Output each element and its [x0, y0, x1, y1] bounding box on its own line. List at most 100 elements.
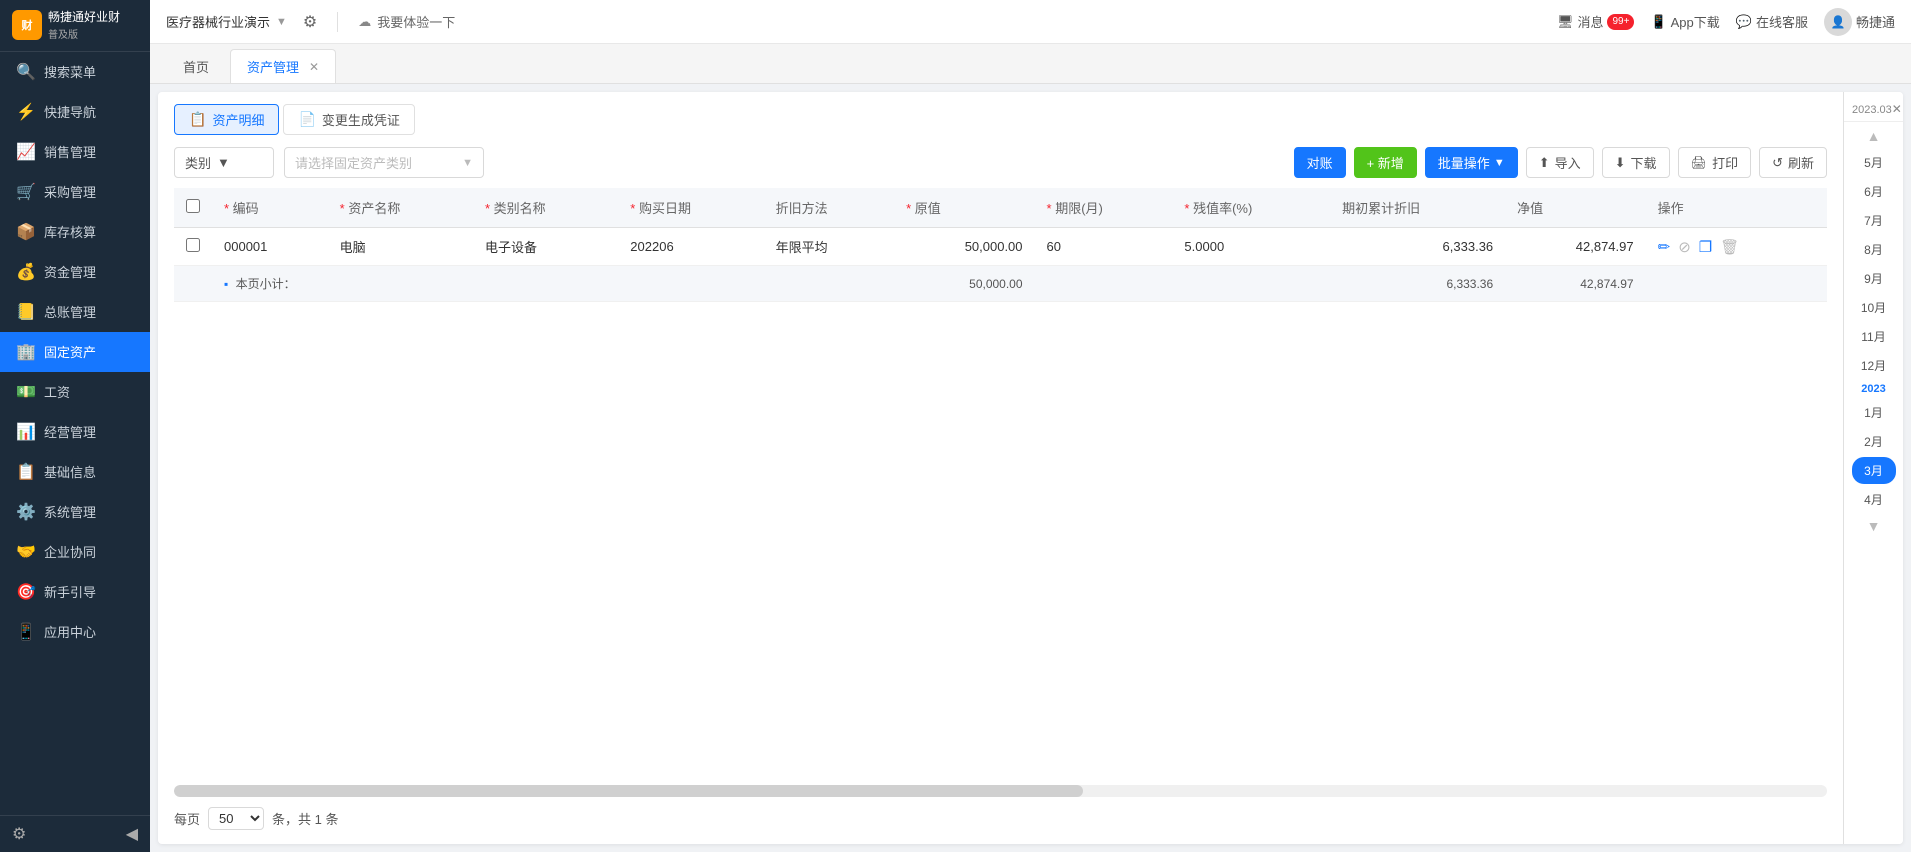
select-all-checkbox[interactable] — [186, 199, 200, 213]
tab-asset-management[interactable]: 资产管理 ✕ — [230, 49, 336, 83]
refresh-button[interactable]: ↺ 刷新 — [1759, 147, 1827, 178]
header-depreciation-method: 折旧方法 — [764, 188, 894, 228]
row-residual-rate: 5.0000 — [1172, 228, 1330, 266]
subtab-asset-detail[interactable]: 📋 资产明细 — [174, 104, 279, 135]
duplicate-icon[interactable]: ❐ — [1699, 238, 1712, 256]
user-menu[interactable]: 👤 畅捷通 — [1824, 8, 1895, 36]
subtotal-net-value: 42,874.97 — [1505, 266, 1645, 302]
collapse-icon[interactable]: ◀ — [126, 824, 138, 844]
rs-month-9[interactable]: 9月 — [1852, 265, 1896, 292]
topbar-separator — [337, 12, 338, 32]
action-icons: ✏ ⊘ ❐ 🗑 — [1658, 238, 1815, 256]
sidebar-item-operations[interactable]: 📊 经营管理 — [0, 412, 150, 452]
rs-scroll-down-icon[interactable]: ▼ — [1867, 518, 1881, 534]
sidebar-item-quicknav[interactable]: ⚡ 快捷导航 — [0, 92, 150, 132]
app_center-icon: 📱 — [16, 622, 34, 642]
sidebar-item-label-quicknav: 快捷导航 — [44, 102, 96, 121]
per-page-label: 每页 — [174, 809, 200, 828]
sidebar-item-guide[interactable]: 🎯 新手引导 — [0, 572, 150, 612]
trial-button[interactable]: ☁ 我要体验一下 — [358, 12, 455, 31]
sidebar-footer: ⚙ ◀ — [0, 815, 150, 852]
company-name: 医疗器械行业演示 — [166, 12, 270, 31]
delete-icon[interactable]: 🗑 — [1720, 238, 1739, 256]
copy-icon[interactable]: ⊘ — [1678, 238, 1691, 256]
online-service-button[interactable]: 💬 在线客服 — [1736, 12, 1808, 31]
sidebar-item-search[interactable]: 🔍 搜索菜单 — [0, 52, 150, 92]
rs-close-icon[interactable]: ✕ — [1892, 102, 1902, 117]
print-button[interactable]: 🖨 打印 — [1678, 147, 1752, 178]
total-label: 条，共 1 条 — [272, 809, 338, 828]
rs-month-7[interactable]: 7月 — [1852, 207, 1896, 234]
sidebar-item-basic_info[interactable]: 📋 基础信息 — [0, 452, 150, 492]
trial-text: 我要体验一下 — [377, 12, 455, 31]
rs-month-2[interactable]: 2月 — [1852, 428, 1896, 455]
sidebar-item-inventory[interactable]: 📦 库存核算 — [0, 212, 150, 252]
sidebar-item-label-sales: 销售管理 — [44, 142, 96, 161]
reconcile-button[interactable]: 对账 — [1294, 147, 1346, 178]
subtotal-label-cell: ▪ 本页小计： — [212, 266, 894, 302]
company-selector[interactable]: 医疗器械行业演示 ▼ — [166, 12, 287, 31]
category-placeholder: 请选择固定资产类别 — [295, 153, 412, 172]
ledger-icon: 📒 — [16, 302, 34, 322]
sidebar-item-funds[interactable]: 💰 资金管理 — [0, 252, 150, 292]
batch-button[interactable]: 批量操作 ▼ — [1425, 147, 1518, 178]
download-icon: ⬇ — [1615, 155, 1626, 171]
rs-scroll-up-icon[interactable]: ▲ — [1867, 128, 1881, 144]
app-download-button[interactable]: 📱 App下载 — [1650, 12, 1719, 31]
rs-month-1[interactable]: 1月 — [1852, 399, 1896, 426]
settings-gear-icon[interactable]: ⚙ — [303, 12, 317, 32]
sidebar-item-ledger[interactable]: 📒 总账管理 — [0, 292, 150, 332]
toolbar-left: 类别 ▼ 请选择固定资产类别 ▼ — [174, 147, 484, 178]
rs-month-10[interactable]: 10月 — [1852, 294, 1896, 321]
download-button[interactable]: ⬇ 下载 — [1602, 147, 1670, 178]
rs-month-3[interactable]: 3月 — [1852, 457, 1896, 484]
subtotal-period — [1035, 266, 1173, 302]
sidebar-item-corp_collab[interactable]: 🤝 企业协同 — [0, 532, 150, 572]
row-net-value: 42,874.97 — [1505, 228, 1645, 266]
sidebar-item-app_center[interactable]: 📱 应用中心 — [0, 612, 150, 652]
edit-icon[interactable]: ✏ — [1658, 238, 1671, 256]
main-area: 医疗器械行业演示 ▼ ⚙ ☁ 我要体验一下 🖥 消息 99+ 📱 App下载 💬… — [150, 0, 1911, 852]
table-body: 000001 电脑 电子设备 202206 年限平均 50,000.00 60 … — [174, 228, 1827, 302]
rs-month-4[interactable]: 4月 — [1852, 486, 1896, 513]
fixed_assets-icon: 🏢 — [16, 342, 34, 362]
table-row: 000001 电脑 电子设备 202206 年限平均 50,000.00 60 … — [174, 228, 1827, 266]
row-checkbox[interactable] — [186, 238, 200, 252]
horizontal-scrollbar[interactable] — [174, 785, 1827, 797]
subtab-change-voucher[interactable]: 📄 变更生成凭证 — [283, 104, 414, 135]
row-depreciation-method: 年限平均 — [764, 228, 894, 266]
per-page-select[interactable]: 50 10 20 100 — [208, 807, 264, 830]
sidebar-item-payroll[interactable]: 💵 工资 — [0, 372, 150, 412]
sidebar-item-sales[interactable]: 📈 销售管理 — [0, 132, 150, 172]
subtotal-accumulated: 6,333.36 — [1330, 266, 1505, 302]
purchase-icon: 🛒 — [16, 182, 34, 202]
operations-icon: 📊 — [16, 422, 34, 442]
scrollbar-thumb — [174, 785, 1083, 797]
subtotal-row: ▪ 本页小计： 50,000.00 6,333.36 42,874.97 — [174, 266, 1827, 302]
topbar: 医疗器械行业演示 ▼ ⚙ ☁ 我要体验一下 🖥 消息 99+ 📱 App下载 💬… — [150, 0, 1911, 44]
import-button[interactable]: ⬆ 导入 — [1526, 147, 1594, 178]
rs-month-12[interactable]: 12月 — [1852, 352, 1896, 379]
rs-month-5[interactable]: 5月 — [1852, 149, 1896, 176]
rs-month-8[interactable]: 8月 — [1852, 236, 1896, 263]
new-button[interactable]: + 新增 — [1354, 147, 1417, 178]
sidebar-item-system[interactable]: ⚙️ 系统管理 — [0, 492, 150, 532]
settings-icon[interactable]: ⚙ — [12, 824, 26, 844]
batch-label: 批量操作 — [1438, 153, 1490, 172]
tab-asset-label: 资产管理 — [247, 57, 299, 76]
sidebar-item-label-inventory: 库存核算 — [44, 222, 96, 241]
notifications-button[interactable]: 🖥 消息 99+ — [1557, 12, 1635, 31]
main-panel: 📋 资产明细 📄 变更生成凭证 类别 ▼ 请选择固定资产类别 — [158, 92, 1843, 844]
tab-home[interactable]: 首页 — [166, 49, 226, 83]
row-category: 电子设备 — [473, 228, 618, 266]
rs-month-11[interactable]: 11月 — [1852, 323, 1896, 350]
tab-close-icon[interactable]: ✕ — [309, 60, 319, 74]
category-select[interactable]: 请选择固定资产类别 ▼ — [284, 147, 484, 178]
rs-year-month-label: 2023.03 — [1852, 104, 1892, 116]
service-icon: 💬 — [1736, 14, 1752, 30]
sidebar: 财 畅捷通好业财 普及版 🔍 搜索菜单 ⚡ 快捷导航 📈 销售管理 🛒 采购管理… — [0, 0, 150, 852]
sidebar-item-purchase[interactable]: 🛒 采购管理 — [0, 172, 150, 212]
rs-month-6[interactable]: 6月 — [1852, 178, 1896, 205]
sidebar-item-fixed_assets[interactable]: 🏢 固定资产 — [0, 332, 150, 372]
funds-icon: 💰 — [16, 262, 34, 282]
